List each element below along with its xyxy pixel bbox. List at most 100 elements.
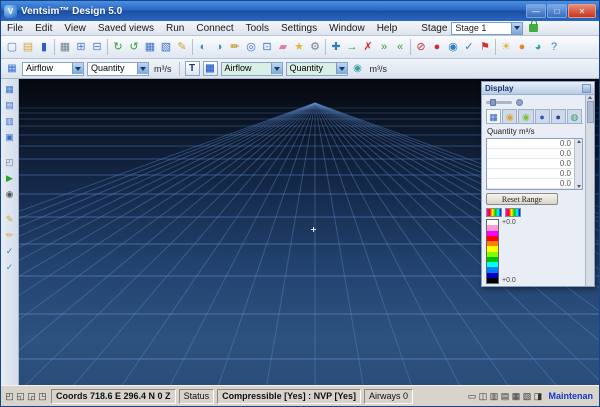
fast-forward-icon[interactable]: » xyxy=(376,38,392,57)
radio-icon[interactable] xyxy=(516,99,523,106)
undo-icon[interactable]: ↺ xyxy=(126,38,142,57)
panel-scrollbar[interactable] xyxy=(585,95,594,286)
viewport-3d[interactable]: Display ▦ ◉ ◉ ● ● ◍ Quantity m³/s 0.0 0.0 0.0 0.… xyxy=(19,79,599,385)
settings-gear-icon[interactable]: ⚙ xyxy=(307,38,323,57)
airflow-select[interactable]: Airflow xyxy=(22,61,84,76)
measure-icon[interactable]: ✎ xyxy=(174,38,190,57)
network-globe-icon[interactable]: ◕ xyxy=(530,38,546,57)
menu-window[interactable]: Window xyxy=(323,21,371,36)
maximize-button[interactable]: □ xyxy=(547,4,567,18)
minimize-button[interactable]: — xyxy=(526,4,546,18)
layer-view-icon[interactable]: ▧ xyxy=(158,38,174,57)
view-cube-icon[interactable]: ▦ xyxy=(3,82,17,97)
tab-grid[interactable]: ▦ xyxy=(486,109,502,123)
tab-blue[interactable]: ● xyxy=(534,109,550,123)
grid-tool-button[interactable]: ▦ xyxy=(202,61,218,76)
tab-green[interactable]: ◉ xyxy=(518,109,534,123)
tab-gold[interactable]: ◉ xyxy=(502,109,518,123)
opacity-slider[interactable] xyxy=(486,99,512,106)
flag-icon[interactable]: ⚑ xyxy=(477,38,493,57)
delete-icon[interactable]: ✗ xyxy=(360,38,376,57)
forward-arrow-icon[interactable]: → xyxy=(344,38,360,57)
fit-screen-icon[interactable]: ▭ xyxy=(466,390,477,403)
stage-select[interactable]: Stage 1 xyxy=(451,21,524,35)
pencil-tool-icon[interactable]: ✎ xyxy=(3,212,17,227)
chart-icon[interactable]: ▧ xyxy=(521,390,532,403)
monitor-icon[interactable]: ▤ xyxy=(499,390,510,403)
dual-view-icon[interactable]: ◫ xyxy=(477,390,488,403)
panel-options-button[interactable] xyxy=(582,83,591,93)
range-row-3[interactable]: 0.0 xyxy=(487,169,574,179)
fit-view-icon[interactable]: ⊡ xyxy=(259,38,275,57)
view-plan-icon[interactable]: ▤ xyxy=(3,98,17,113)
new-file-icon[interactable]: ▢ xyxy=(4,38,20,57)
paste-icon[interactable]: ⊟ xyxy=(89,38,105,57)
window-tool-icon[interactable]: ◰ xyxy=(3,155,17,170)
target-node-icon[interactable]: ◉ xyxy=(445,38,461,57)
save-file-icon[interactable]: ▮ xyxy=(36,38,52,57)
view-section-icon[interactable]: ▥ xyxy=(3,114,17,129)
text-tool-button[interactable]: T xyxy=(184,61,200,76)
reset-range-button[interactable]: Reset Range xyxy=(486,193,558,205)
menu-view[interactable]: View xyxy=(58,21,92,36)
chevron-down-icon[interactable] xyxy=(270,63,282,74)
verify-tool-icon[interactable]: ✓ xyxy=(3,260,17,275)
zoom-window-icon[interactable]: ◎ xyxy=(243,38,259,57)
menu-tools[interactable]: Tools xyxy=(240,21,275,36)
print-icon[interactable]: ▦ xyxy=(57,38,73,57)
menu-run[interactable]: Run xyxy=(160,21,190,36)
range-row-4[interactable]: 0.0 xyxy=(487,179,574,189)
orbit-view-icon[interactable]: ◐ xyxy=(195,38,211,57)
chevron-down-icon[interactable] xyxy=(335,63,347,74)
favorites-icon[interactable]: ★ xyxy=(291,38,307,57)
copy-icon[interactable]: ⊞ xyxy=(73,38,89,57)
airflow-select-2[interactable]: Airflow xyxy=(220,61,283,76)
chevron-down-icon[interactable] xyxy=(137,63,148,74)
chevron-down-icon[interactable] xyxy=(72,63,83,74)
chevron-down-icon[interactable] xyxy=(511,22,523,34)
rewind-icon[interactable]: « xyxy=(392,38,408,57)
view-all-icon[interactable]: ◰ xyxy=(4,390,15,403)
close-button[interactable]: ✕ xyxy=(568,4,596,18)
view-rotate-icon[interactable]: ◳ xyxy=(37,390,48,403)
help-about-icon[interactable]: ? xyxy=(546,38,562,57)
move-airway-icon[interactable]: ✚ xyxy=(328,38,344,57)
check-tool-icon[interactable]: ✓ xyxy=(3,244,17,259)
scroll-down-icon[interactable] xyxy=(576,185,581,188)
contaminant-icon[interactable]: ● xyxy=(514,38,530,57)
tab-navy[interactable]: ● xyxy=(550,109,566,123)
legend-scale-button[interactable] xyxy=(505,208,521,217)
scrollbar-thumb[interactable] xyxy=(586,101,594,123)
menu-file[interactable]: File xyxy=(1,21,29,36)
legend-edit-button[interactable] xyxy=(486,208,502,217)
heat-simulation-icon[interactable]: ☀ xyxy=(498,38,514,57)
range-row-0[interactable]: 0.0 xyxy=(487,139,574,149)
display-panel-icon[interactable]: ▦ xyxy=(5,62,19,76)
menu-help[interactable]: Help xyxy=(371,21,404,36)
data-table-icon[interactable]: ▦ xyxy=(510,390,521,403)
quantity-select[interactable]: Quantity xyxy=(87,61,149,76)
draw-airway-icon[interactable]: ✏ xyxy=(227,38,243,57)
verify-icon[interactable]: ✓ xyxy=(461,38,477,57)
open-file-icon[interactable]: ▤ xyxy=(20,38,36,57)
view-side-icon[interactable]: ◲ xyxy=(26,390,37,403)
node-button[interactable]: ◉ xyxy=(351,62,365,76)
display-panel-header[interactable]: Display xyxy=(482,82,594,95)
menu-connect[interactable]: Connect xyxy=(190,21,239,36)
layout-icon[interactable]: ◨ xyxy=(532,390,543,403)
color-legend[interactable] xyxy=(486,219,499,284)
block-airway-icon[interactable]: ⊘ xyxy=(413,38,429,57)
listbox-scrollbar[interactable] xyxy=(574,139,582,189)
view-data-icon[interactable]: ▣ xyxy=(3,130,17,145)
erase-icon[interactable]: ▰ xyxy=(275,38,291,57)
brush-tool-icon[interactable]: ✏ xyxy=(3,228,17,243)
refresh-simulation-icon[interactable]: ↻ xyxy=(110,38,126,57)
scroll-up-icon[interactable] xyxy=(576,140,581,143)
quantity-select-2[interactable]: Quantity xyxy=(285,61,348,76)
rotate-view-icon[interactable]: ◑ xyxy=(211,38,227,57)
menu-settings[interactable]: Settings xyxy=(275,21,323,36)
range-row-1[interactable]: 0.0 xyxy=(487,149,574,159)
menu-saved-views[interactable]: Saved views xyxy=(92,21,160,36)
run-tool-icon[interactable]: ▶ xyxy=(3,171,17,186)
window-list-icon[interactable]: ▥ xyxy=(488,390,499,403)
